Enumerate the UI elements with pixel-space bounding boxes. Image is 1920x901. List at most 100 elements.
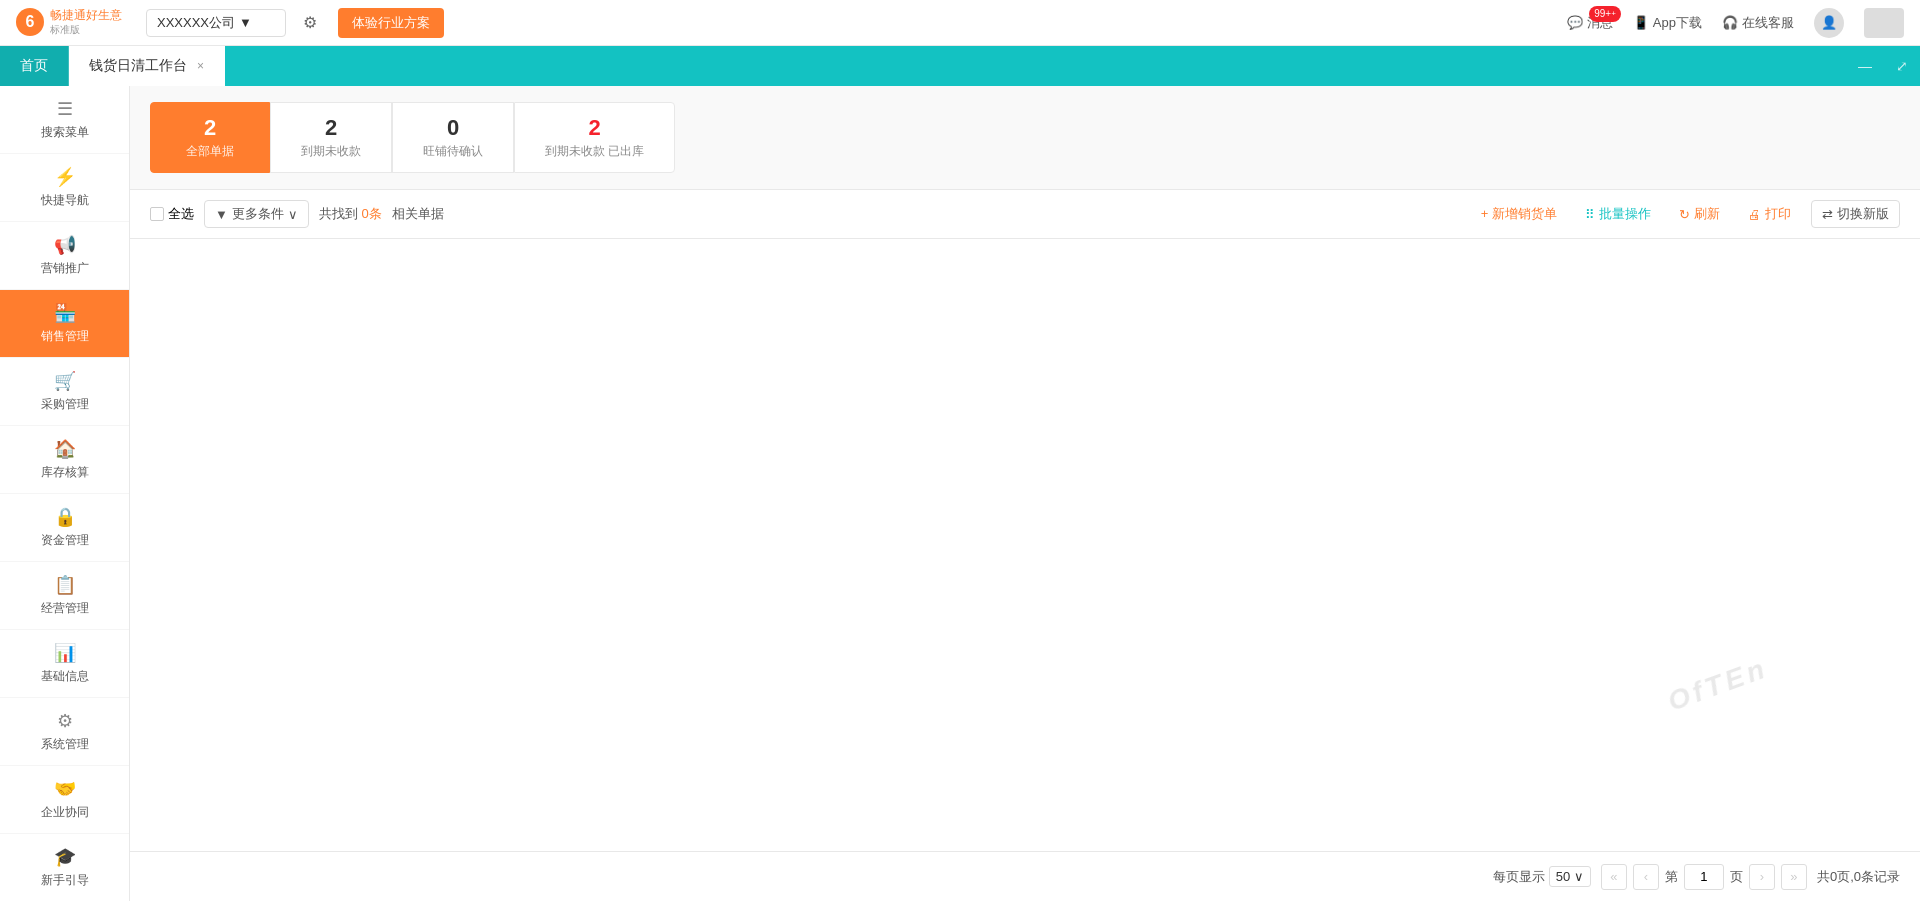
sidebar-item-inventory[interactable]: 🏠 库存核算: [0, 426, 129, 494]
close-tab-icon[interactable]: ×: [197, 59, 204, 73]
maximize-icon: ⤢: [1896, 58, 1908, 74]
tab-maximize-button[interactable]: ⤢: [1884, 46, 1920, 86]
message-badge: 99+ +: [1589, 6, 1621, 22]
add-sale-order-button[interactable]: + 新增销货单: [1473, 201, 1565, 227]
card-all-label: 全部单据: [186, 143, 234, 160]
page-suffix: 页: [1730, 868, 1743, 886]
card-pending[interactable]: 0 旺铺待确认: [392, 102, 514, 173]
last-page-button[interactable]: »: [1781, 864, 1807, 890]
base-info-icon: 📊: [54, 642, 76, 664]
sidebar-item-finance[interactable]: 🔒 资金管理: [0, 494, 129, 562]
sidebar: ☰ 搜索菜单 ⚡ 快捷导航 📢 营销推广 🏪 销售管理 🛒 采购管理 🏠 库存核…: [0, 86, 130, 901]
gear-icon: ⚙: [303, 13, 317, 32]
checkbox-box[interactable]: [150, 207, 164, 221]
print-button[interactable]: 🖨 打印: [1740, 201, 1799, 227]
card-shipped-label: 到期未收款 已出库: [545, 143, 644, 160]
message-button[interactable]: 💬 消息 99+ +: [1567, 14, 1613, 32]
download-icon: 📱: [1633, 15, 1649, 30]
print-label: 打印: [1765, 205, 1791, 223]
page-number-input[interactable]: [1684, 864, 1724, 890]
tab-home[interactable]: 首页: [0, 46, 69, 86]
system-icon: ⚙: [57, 710, 73, 732]
inventory-icon: 🏠: [54, 438, 76, 460]
select-all-checkbox[interactable]: 全选: [150, 205, 194, 223]
app-download-button[interactable]: 📱 App下载: [1633, 14, 1702, 32]
active-tab-label: 钱货日清工作台: [89, 57, 187, 75]
sidebar-item-quick-nav[interactable]: ⚡ 快捷导航: [0, 154, 129, 222]
related-records-link[interactable]: 相关单据: [392, 205, 444, 223]
batch-icon: ⠿: [1585, 207, 1595, 222]
avatar-icon: 👤: [1821, 15, 1837, 30]
avatar[interactable]: 👤: [1814, 8, 1844, 38]
switch-icon: ⇄: [1822, 207, 1833, 222]
sidebar-item-system[interactable]: ⚙ 系统管理: [0, 698, 129, 766]
card-all[interactable]: 2 全部单据: [150, 102, 270, 173]
app-name: 畅捷通好生意: [50, 8, 122, 22]
switch-version-button[interactable]: ⇄ 切换新版: [1811, 200, 1900, 228]
sidebar-label-enterprise: 企业协同: [41, 804, 89, 821]
app-edition: 标准版: [50, 23, 122, 37]
sidebar-item-enterprise[interactable]: 🤝 企业协同: [0, 766, 129, 834]
sidebar-item-purchase[interactable]: 🛒 采购管理: [0, 358, 129, 426]
toolbar-right: + 新增销货单 ⠿ 批量操作 ↻ 刷新 🖨 打印 ⇄ 切换新版: [1473, 200, 1900, 228]
tab-minimize-button[interactable]: —: [1846, 46, 1884, 86]
card-overdue-count: 2: [325, 115, 337, 141]
card-pending-count: 0: [447, 115, 459, 141]
page-total: 共0页,0条记录: [1817, 868, 1900, 886]
page-size-value: 50: [1556, 869, 1570, 884]
online-service-button[interactable]: 🎧 在线客服: [1722, 14, 1794, 32]
trial-button[interactable]: 体验行业方案: [338, 8, 444, 38]
batch-operation-button[interactable]: ⠿ 批量操作: [1577, 201, 1659, 227]
page-size-selector[interactable]: 每页显示 50 ∨: [1493, 866, 1591, 887]
pagination: 每页显示 50 ∨ « ‹ 第 页 › » 共0页,0条记录: [130, 851, 1920, 901]
page-size-select-box[interactable]: 50 ∨: [1549, 866, 1591, 887]
sales-icon: 🏪: [54, 302, 76, 324]
sidebar-label-sales: 销售管理: [41, 328, 89, 345]
sidebar-item-operation[interactable]: 📋 经营管理: [0, 562, 129, 630]
sidebar-item-base-info[interactable]: 📊 基础信息: [0, 630, 129, 698]
sidebar-item-search-menu[interactable]: ☰ 搜索菜单: [0, 86, 129, 154]
page-nav: « ‹ 第 页 › »: [1601, 864, 1807, 890]
app-download-label: App下载: [1653, 14, 1702, 32]
filter-label: 更多条件: [232, 205, 284, 223]
prev-page-button[interactable]: ‹: [1633, 864, 1659, 890]
user-panel[interactable]: [1864, 8, 1904, 38]
toolbar: 全选 ▼ 更多条件 ∨ 共找到 0条 相关单据 + 新增销货单 ⠿ 批量操作: [130, 190, 1920, 239]
card-pending-label: 旺铺待确认: [423, 143, 483, 160]
company-selector[interactable]: XXXXXX公司 ▼: [146, 9, 286, 37]
sidebar-item-sales[interactable]: 🏪 销售管理: [0, 290, 129, 358]
logo-area: 6 畅捷通好生意 标准版: [16, 8, 146, 36]
top-header: 6 畅捷通好生意 标准版 XXXXXX公司 ▼ ⚙ 体验行业方案 💬 消息 99…: [0, 0, 1920, 46]
card-overdue[interactable]: 2 到期未收款: [270, 102, 392, 173]
refresh-button[interactable]: ↻ 刷新: [1671, 201, 1728, 227]
tab-cash-daily[interactable]: 钱货日清工作台 ×: [69, 46, 225, 86]
print-icon: 🖨: [1748, 207, 1761, 222]
sidebar-label-base-info: 基础信息: [41, 668, 89, 685]
filter-button[interactable]: ▼ 更多条件 ∨: [204, 200, 309, 228]
card-shipped-count: 2: [589, 115, 601, 141]
sidebar-item-marketing[interactable]: 📢 营销推广: [0, 222, 129, 290]
chevron-filter-icon: ∨: [288, 207, 298, 222]
company-name: XXXXXX公司: [157, 14, 235, 32]
service-icon: 🎧: [1722, 15, 1738, 30]
main-layout: ☰ 搜索菜单 ⚡ 快捷导航 📢 营销推广 🏪 销售管理 🛒 采购管理 🏠 库存核…: [0, 86, 1920, 901]
sidebar-label-inventory: 库存核算: [41, 464, 89, 481]
settings-button[interactable]: ⚙: [294, 7, 326, 39]
sidebar-label-purchase: 采购管理: [41, 396, 89, 413]
message-icon: 💬: [1567, 15, 1583, 30]
first-page-button[interactable]: «: [1601, 864, 1627, 890]
switch-label: 切换新版: [1837, 205, 1889, 223]
online-service-label: 在线客服: [1742, 14, 1794, 32]
marketing-icon: 📢: [54, 234, 76, 256]
content-area: 2 全部单据 2 到期未收款 0 旺铺待确认 2 到期未收款 已出库 全选: [130, 86, 1920, 901]
next-page-button[interactable]: ›: [1749, 864, 1775, 890]
refresh-icon: ↻: [1679, 207, 1690, 222]
minimize-icon: —: [1858, 58, 1872, 74]
page-prefix: 第: [1665, 868, 1678, 886]
select-all-label: 全选: [168, 205, 194, 223]
header-right: 💬 消息 99+ + 📱 App下载 🎧 在线客服 👤: [1567, 8, 1904, 38]
sidebar-item-beginner[interactable]: 🎓 新手引导: [0, 834, 129, 901]
filter-icon: ▼: [215, 207, 228, 222]
enterprise-icon: 🤝: [54, 778, 76, 800]
card-shipped[interactable]: 2 到期未收款 已出库: [514, 102, 675, 173]
